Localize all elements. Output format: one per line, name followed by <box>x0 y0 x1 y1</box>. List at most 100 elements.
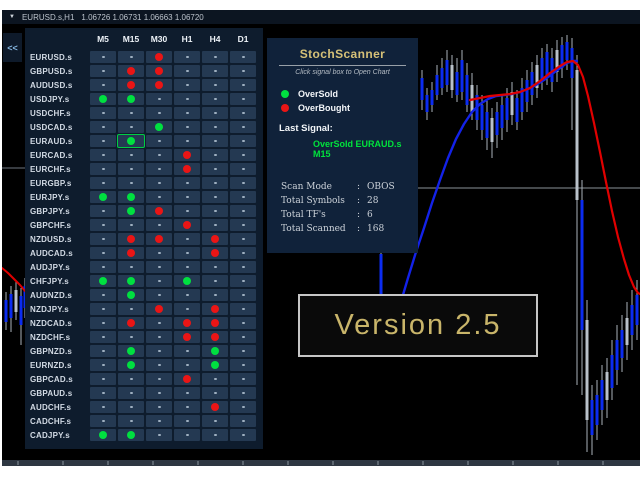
signal-cell-gbpusd.s-m30[interactable] <box>146 65 172 77</box>
signal-cell-usdjpy.s-d1[interactable] <box>230 93 256 105</box>
signal-cell-audcad.s-h4[interactable] <box>202 247 228 259</box>
signal-cell-audcad.s-m15[interactable] <box>118 247 144 259</box>
signal-cell-usdcad.s-m15[interactable] <box>118 121 144 133</box>
signal-cell-cadjpy.s-m5[interactable] <box>90 429 116 441</box>
signal-cell-usdcad.s-h4[interactable] <box>202 121 228 133</box>
signal-cell-eurcad.s-h1[interactable] <box>174 149 200 161</box>
signal-cell-nzdjpy.s-h4[interactable] <box>202 303 228 315</box>
signal-cell-eurchf.s-h4[interactable] <box>202 163 228 175</box>
signal-cell-eurjpy.s-m5[interactable] <box>90 191 116 203</box>
signal-cell-audchf.s-d1[interactable] <box>230 401 256 413</box>
signal-cell-gbpjpy.s-m5[interactable] <box>90 205 116 217</box>
signal-cell-audjpy.s-h1[interactable] <box>174 261 200 273</box>
signal-cell-usdchf.s-m30[interactable] <box>146 107 172 119</box>
signal-cell-eurchf.s-m5[interactable] <box>90 163 116 175</box>
signal-cell-audusd.s-d1[interactable] <box>230 79 256 91</box>
signal-cell-gbpnzd.s-m30[interactable] <box>146 345 172 357</box>
signal-cell-gbpaud.s-d1[interactable] <box>230 387 256 399</box>
signal-cell-gbpusd.s-m15[interactable] <box>118 65 144 77</box>
signal-cell-nzdcad.s-h4[interactable] <box>202 317 228 329</box>
signal-cell-nzdusd.s-h1[interactable] <box>174 233 200 245</box>
signal-cell-gbpjpy.s-m30[interactable] <box>146 205 172 217</box>
signal-cell-cadjpy.s-m15[interactable] <box>118 429 144 441</box>
signal-cell-cadchf.s-d1[interactable] <box>230 415 256 427</box>
signal-cell-euraud.s-m15[interactable] <box>118 135 144 147</box>
signal-cell-nzdchf.s-h4[interactable] <box>202 331 228 343</box>
signal-cell-eurusd.s-m30[interactable] <box>146 51 172 63</box>
signal-cell-gbpcad.s-d1[interactable] <box>230 373 256 385</box>
signal-cell-eurcad.s-d1[interactable] <box>230 149 256 161</box>
signal-cell-nzdjpy.s-d1[interactable] <box>230 303 256 315</box>
signal-cell-eurnzd.s-d1[interactable] <box>230 359 256 371</box>
signal-cell-usdjpy.s-h4[interactable] <box>202 93 228 105</box>
signal-cell-chfjpy.s-d1[interactable] <box>230 275 256 287</box>
signal-cell-audnzd.s-m15[interactable] <box>118 289 144 301</box>
signal-cell-nzdchf.s-d1[interactable] <box>230 331 256 343</box>
signal-cell-audchf.s-h1[interactable] <box>174 401 200 413</box>
signal-cell-gbpjpy.s-h1[interactable] <box>174 205 200 217</box>
signal-cell-cadjpy.s-d1[interactable] <box>230 429 256 441</box>
signal-cell-eurgbp.s-m30[interactable] <box>146 177 172 189</box>
signal-cell-gbpusd.s-h1[interactable] <box>174 65 200 77</box>
signal-cell-gbpusd.s-h4[interactable] <box>202 65 228 77</box>
signal-cell-eurcad.s-m5[interactable] <box>90 149 116 161</box>
signal-cell-usdjpy.s-m30[interactable] <box>146 93 172 105</box>
signal-cell-gbpcad.s-m30[interactable] <box>146 373 172 385</box>
signal-cell-audnzd.s-d1[interactable] <box>230 289 256 301</box>
signal-cell-nzdcad.s-h1[interactable] <box>174 317 200 329</box>
signal-cell-audchf.s-h4[interactable] <box>202 401 228 413</box>
signal-cell-eurjpy.s-m30[interactable] <box>146 191 172 203</box>
signal-cell-nzdchf.s-m30[interactable] <box>146 331 172 343</box>
signal-cell-euraud.s-h1[interactable] <box>174 135 200 147</box>
signal-cell-eurgbp.s-h1[interactable] <box>174 177 200 189</box>
signal-cell-audcad.s-d1[interactable] <box>230 247 256 259</box>
signal-cell-audchf.s-m5[interactable] <box>90 401 116 413</box>
signal-cell-eurgbp.s-m5[interactable] <box>90 177 116 189</box>
signal-cell-gbpcad.s-m5[interactable] <box>90 373 116 385</box>
signal-cell-eurusd.s-m15[interactable] <box>118 51 144 63</box>
signal-cell-eurnzd.s-h4[interactable] <box>202 359 228 371</box>
signal-cell-gbpchf.s-d1[interactable] <box>230 219 256 231</box>
signal-cell-eurcad.s-m15[interactable] <box>118 149 144 161</box>
signal-cell-cadjpy.s-h4[interactable] <box>202 429 228 441</box>
signal-cell-eurjpy.s-h1[interactable] <box>174 191 200 203</box>
signal-cell-gbpusd.s-m5[interactable] <box>90 65 116 77</box>
signal-cell-usdcad.s-d1[interactable] <box>230 121 256 133</box>
signal-cell-cadchf.s-h4[interactable] <box>202 415 228 427</box>
signal-cell-audnzd.s-h4[interactable] <box>202 289 228 301</box>
signal-cell-eurcad.s-h4[interactable] <box>202 149 228 161</box>
signal-cell-gbpnzd.s-d1[interactable] <box>230 345 256 357</box>
signal-cell-gbpaud.s-m5[interactable] <box>90 387 116 399</box>
signal-cell-gbpcad.s-h4[interactable] <box>202 373 228 385</box>
signal-cell-audchf.s-m15[interactable] <box>118 401 144 413</box>
signal-cell-nzdusd.s-m30[interactable] <box>146 233 172 245</box>
signal-cell-nzdcad.s-m15[interactable] <box>118 317 144 329</box>
signal-cell-euraud.s-m30[interactable] <box>146 135 172 147</box>
signal-cell-eurnzd.s-m5[interactable] <box>90 359 116 371</box>
signal-cell-nzdjpy.s-m5[interactable] <box>90 303 116 315</box>
signal-cell-usdcad.s-m5[interactable] <box>90 121 116 133</box>
signal-cell-nzdchf.s-h1[interactable] <box>174 331 200 343</box>
signal-cell-chfjpy.s-m15[interactable] <box>118 275 144 287</box>
collapse-panel-button[interactable]: << <box>3 33 22 62</box>
signal-cell-chfjpy.s-m30[interactable] <box>146 275 172 287</box>
signal-cell-gbpaud.s-m30[interactable] <box>146 387 172 399</box>
signal-cell-nzdjpy.s-m15[interactable] <box>118 303 144 315</box>
signal-cell-audnzd.s-m30[interactable] <box>146 289 172 301</box>
signal-cell-nzdusd.s-m5[interactable] <box>90 233 116 245</box>
signal-cell-cadchf.s-m30[interactable] <box>146 415 172 427</box>
signal-cell-usdjpy.s-m15[interactable] <box>118 93 144 105</box>
signal-cell-cadjpy.s-m30[interactable] <box>146 429 172 441</box>
signal-cell-nzdusd.s-d1[interactable] <box>230 233 256 245</box>
signal-cell-audusd.s-m30[interactable] <box>146 79 172 91</box>
signal-cell-eurchf.s-m30[interactable] <box>146 163 172 175</box>
signal-cell-eurgbp.s-d1[interactable] <box>230 177 256 189</box>
signal-cell-usdjpy.s-m5[interactable] <box>90 93 116 105</box>
signal-cell-audjpy.s-m15[interactable] <box>118 261 144 273</box>
signal-cell-eurchf.s-d1[interactable] <box>230 163 256 175</box>
signal-cell-chfjpy.s-h4[interactable] <box>202 275 228 287</box>
signal-cell-audnzd.s-h1[interactable] <box>174 289 200 301</box>
signal-cell-gbpjpy.s-d1[interactable] <box>230 205 256 217</box>
signal-cell-audjpy.s-m5[interactable] <box>90 261 116 273</box>
signal-cell-audusd.s-h1[interactable] <box>174 79 200 91</box>
